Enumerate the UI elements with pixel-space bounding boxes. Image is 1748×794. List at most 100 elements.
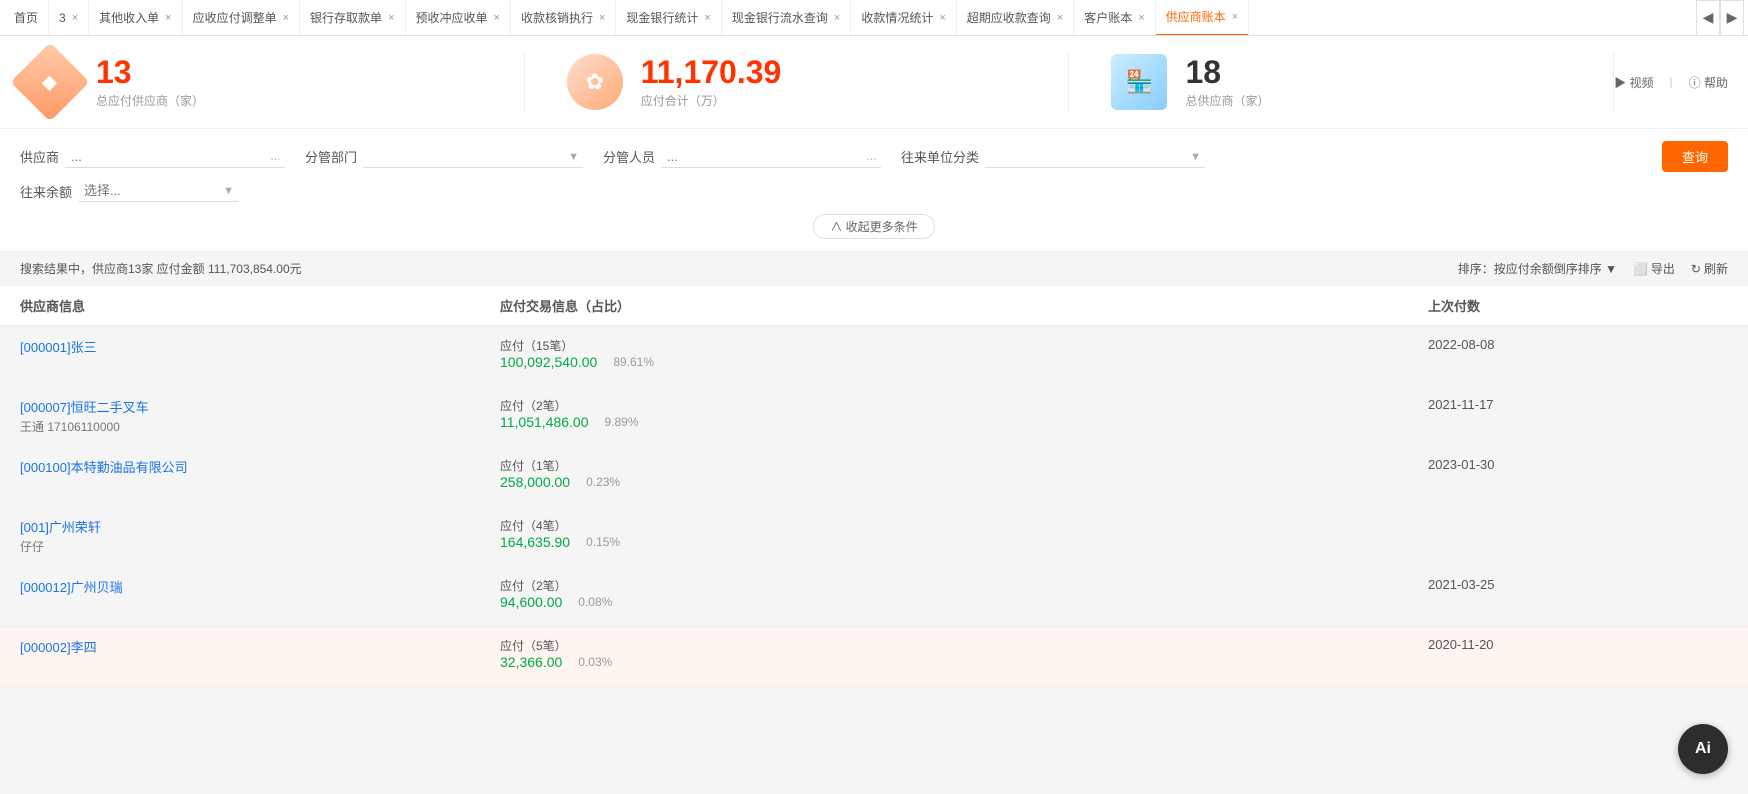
diamond-icon: ◆ <box>20 52 80 112</box>
table-row: [001]广州荣轩 仔仔 应付（4笔） 164,635.90 0.15% <box>0 507 1748 567</box>
supplier-link-5[interactable]: [000002]李四 <box>20 640 97 655</box>
tx-amount-5[interactable]: 32,366.00 <box>500 654 562 670</box>
nav-tab-cash-bank-stat[interactable]: 现金银行统计 × <box>616 0 721 36</box>
filter-row-2: 往来余额 ▼ <box>20 180 1728 202</box>
transaction-info-0: 应付（15笔） 100,092,540.00 89.61% <box>500 337 1428 370</box>
tx-amount-0[interactable]: 100,092,540.00 <box>500 354 597 370</box>
total-suppliers-number: 18 <box>1185 55 1269 90</box>
summary-content-total-suppliers: 18 总供应商（家） <box>1185 55 1269 109</box>
transaction-info-2: 应付（1笔） 258,000.00 0.23% <box>500 457 1428 490</box>
supplier-input[interactable] <box>65 146 285 168</box>
nav-tab-other-income[interactable]: 其他收入单 × <box>89 0 182 36</box>
nav-tab-supplier-account[interactable]: 供应商账本 × <box>1156 0 1249 36</box>
tx-percent-0: 89.61% <box>613 355 654 369</box>
supplier-link-4[interactable]: [000012]广州贝瑞 <box>20 580 123 595</box>
close-tab-bank-deposit[interactable]: × <box>388 12 394 24</box>
video-link[interactable]: ▶ 视频 <box>1614 74 1653 91</box>
nav-tab-receipt-stat[interactable]: 收款情况统计 × <box>851 0 956 36</box>
header-transaction: 应付交易信息（占比） <box>500 296 1428 315</box>
filter-person: 分管人员 … <box>603 146 881 168</box>
close-tab-customer-account[interactable]: × <box>1138 12 1144 24</box>
top-navigation: 首页 3 × 其他收入单 × 应收应付调整单 × 银行存取款单 × 预收冲应收单… <box>0 0 1748 36</box>
tx-amount-4[interactable]: 94,600.00 <box>500 594 562 610</box>
summary-card-ap-suppliers: ◆ 13 总应付供应商（家） <box>20 52 525 112</box>
supplier-link-3[interactable]: [001]广州荣轩 <box>20 520 101 535</box>
balance-input[interactable] <box>78 180 238 202</box>
summary-actions: ▶ 视频 | ⓘ 帮助 <box>1614 74 1728 91</box>
supplier-link-2[interactable]: [000100]本特勤油品有限公司 <box>20 460 188 475</box>
result-info: 搜索结果中，供应商13家 应付金额 111,703,854.00元 <box>20 260 302 277</box>
tx-label-0: 应付（15笔） <box>500 337 1428 354</box>
sort-down-icon: ▼ <box>1605 262 1617 276</box>
ai-button[interactable]: Ai <box>1678 724 1728 774</box>
supplier-link-1[interactable]: [000007]恒旺二手叉车 <box>20 400 149 415</box>
supplier-sub-3: 仔仔 <box>20 538 500 555</box>
close-tab-ap-adjust[interactable]: × <box>283 12 289 24</box>
nav-tab-3[interactable]: 3 × <box>49 0 89 36</box>
refresh-button[interactable]: ↻ 刷新 <box>1691 260 1728 277</box>
category-input[interactable] <box>985 146 1205 168</box>
sort-button[interactable]: 排序：按应付余额倒序排序 ▼ <box>1458 260 1617 277</box>
close-tab-cash-bank-flow[interactable]: × <box>834 12 840 24</box>
nav-arrow-right[interactable]: ▶ <box>1720 0 1744 36</box>
nav-tab-receipt-verify[interactable]: 收款核销执行 × <box>511 0 616 36</box>
filter-supplier: 供应商 … <box>20 146 285 168</box>
person-input[interactable] <box>661 146 881 168</box>
supplier-info-5: [000002]李四 <box>20 637 500 656</box>
nav-tab-customer-account[interactable]: 客户账本 × <box>1074 0 1155 36</box>
summary-bar: ◆ 13 总应付供应商（家） ✿ 11,170.39 应付合计（万） 🏪 18 … <box>0 36 1748 129</box>
query-button[interactable]: 查询 <box>1662 141 1728 172</box>
tx-label-3: 应付（4笔） <box>500 517 1428 534</box>
supplier-label: 供应商 <box>20 147 59 166</box>
filter-category: 往来单位分类 ▼ <box>901 146 1205 168</box>
collapse-button[interactable]: ∧ 收起更多条件 <box>813 214 934 239</box>
nav-tab-ap-adjust[interactable]: 应收应付调整单 × <box>183 0 300 36</box>
table-body: [000001]张三 应付（15笔） 100,092,540.00 89.61%… <box>0 327 1748 687</box>
nav-arrow-left[interactable]: ◀ <box>1696 0 1720 36</box>
tx-row-1: 11,051,486.00 9.89% <box>500 414 1428 430</box>
nav-tab-cash-bank-flow[interactable]: 现金银行流水查询 × <box>722 0 851 36</box>
tx-label-2: 应付（1笔） <box>500 457 1428 474</box>
close-tab-prepay[interactable]: × <box>494 12 500 24</box>
export-icon: ⬜ <box>1633 262 1648 276</box>
transaction-info-3: 应付（4笔） 164,635.90 0.15% <box>500 517 1428 550</box>
close-tab-3[interactable]: × <box>72 12 78 24</box>
nav-tab-home[interactable]: 首页 <box>4 0 49 36</box>
tx-row-3: 164,635.90 0.15% <box>500 534 1428 550</box>
dept-input[interactable] <box>363 146 583 168</box>
tx-row-2: 258,000.00 0.23% <box>500 474 1428 490</box>
close-tab-cash-bank-stat[interactable]: × <box>704 12 710 24</box>
close-tab-supplier-account[interactable]: × <box>1232 11 1238 23</box>
tx-row-5: 32,366.00 0.03% <box>500 654 1428 670</box>
supplier-link-0[interactable]: [000001]张三 <box>20 340 97 355</box>
tx-label-1: 应付（2笔） <box>500 397 1428 414</box>
close-tab-other-income[interactable]: × <box>165 12 171 24</box>
nav-tab-prepay[interactable]: 预收冲应收单 × <box>406 0 511 36</box>
balance-select-wrap: ▼ <box>78 180 238 202</box>
supplier-info-3: [001]广州荣轩 仔仔 <box>20 517 500 555</box>
close-tab-receipt-stat[interactable]: × <box>939 12 945 24</box>
table-row: [000002]李四 应付（5笔） 32,366.00 0.03% 2020-1… <box>0 627 1748 687</box>
help-link[interactable]: ⓘ 帮助 <box>1689 74 1728 91</box>
nav-tab-overdue-query[interactable]: 超期应收款查询 × <box>957 0 1074 36</box>
result-bar: 搜索结果中，供应商13家 应付金额 111,703,854.00元 排序：按应付… <box>0 252 1748 286</box>
transaction-info-1: 应付（2笔） 11,051,486.00 9.89% <box>500 397 1428 430</box>
tx-amount-3[interactable]: 164,635.90 <box>500 534 570 550</box>
supplier-info-2: [000100]本特勤油品有限公司 <box>20 457 500 476</box>
nav-tab-bank-deposit[interactable]: 银行存取款单 × <box>300 0 405 36</box>
export-button[interactable]: ⬜ 导出 <box>1633 260 1675 277</box>
balance-label: 往来余额 <box>20 182 72 201</box>
table-row: [000100]本特勤油品有限公司 应付（1笔） 258,000.00 0.23… <box>0 447 1748 507</box>
collapse-up-icon: ∧ <box>830 220 842 234</box>
supplier-info-0: [000001]张三 <box>20 337 500 356</box>
tx-amount-2[interactable]: 258,000.00 <box>500 474 570 490</box>
summary-card-ap-total: ✿ 11,170.39 应付合计（万） <box>525 52 1070 112</box>
dept-label: 分管部门 <box>305 147 357 166</box>
last-pay-0: 2022-08-08 <box>1428 337 1728 352</box>
close-tab-receipt-verify[interactable]: × <box>599 12 605 24</box>
header-supplier: 供应商信息 <box>20 296 500 315</box>
close-tab-overdue-query[interactable]: × <box>1057 12 1063 24</box>
category-select-wrap: ▼ <box>985 146 1205 168</box>
tx-amount-1[interactable]: 11,051,486.00 <box>500 414 589 430</box>
filter-balance: 往来余额 ▼ <box>20 180 238 202</box>
